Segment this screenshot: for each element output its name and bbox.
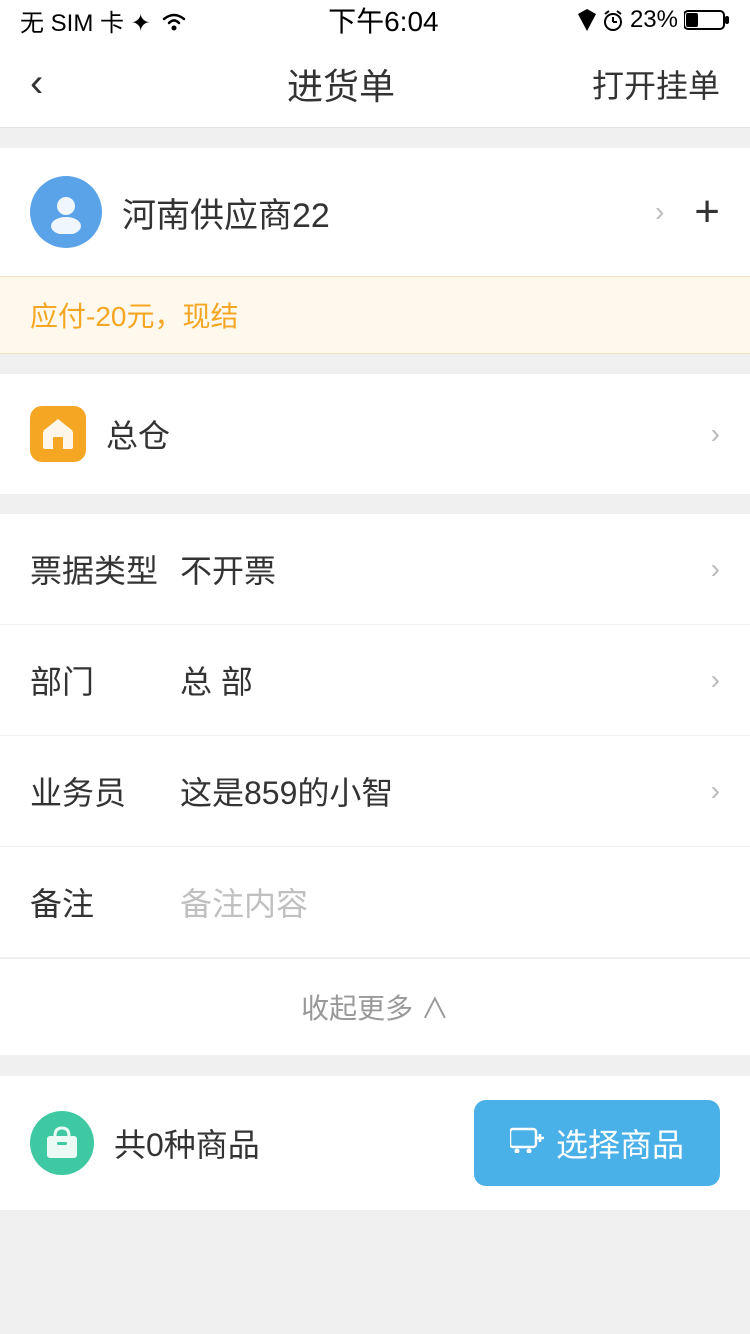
warehouse-icon-bg <box>30 406 86 462</box>
product-icon <box>43 1124 81 1162</box>
status-right: 23% <box>578 6 730 34</box>
select-product-icon <box>510 1125 544 1161</box>
supplier-row[interactable]: 河南供应商22 › + <box>0 148 750 276</box>
select-product-label: 选择商品 <box>556 1120 684 1166</box>
department-label: 部门 <box>30 657 170 703</box>
warehouse-icon <box>41 417 75 451</box>
back-button[interactable]: ‹ <box>30 61 90 106</box>
remark-input[interactable]: 备注内容 <box>170 879 720 925</box>
remark-label: 备注 <box>30 879 170 925</box>
supplier-avatar <box>30 176 102 248</box>
section-gap-1 <box>0 128 750 148</box>
cart-icon <box>510 1125 544 1153</box>
battery-percent: 23% <box>630 6 678 34</box>
product-count-text: 共0种商品 <box>114 1120 474 1166</box>
warehouse-name: 总仓 <box>106 411 695 457</box>
department-value: 总 部 <box>170 657 701 703</box>
department-row[interactable]: 部门 总 部 › <box>0 625 750 736</box>
page-container: 无 SIM 卡 ✦ 下午6:04 23% <box>0 0 750 1334</box>
salesperson-chevron-icon: › <box>711 775 720 807</box>
battery-icon <box>684 9 730 31</box>
wifi-icon <box>159 9 189 31</box>
fields-section: 票据类型 不开票 › 部门 总 部 › 业务员 这是859的小智 › 备注 备注… <box>0 514 750 958</box>
notice-bar: 应付-20元，现结 <box>0 276 750 354</box>
alarm-icon <box>602 9 624 31</box>
invoice-type-row[interactable]: 票据类型 不开票 › <box>0 514 750 625</box>
supplier-avatar-icon <box>44 190 88 234</box>
supplier-row-right: › + <box>655 190 720 234</box>
collapse-label: 收起更多 ∧ <box>301 987 449 1027</box>
nav-bar: ‹ 进货单 打开挂单 <box>0 40 750 128</box>
product-icon-bg <box>30 1111 94 1175</box>
remark-row[interactable]: 备注 备注内容 <box>0 847 750 958</box>
salesperson-label: 业务员 <box>30 768 170 814</box>
select-product-button[interactable]: 选择商品 <box>474 1100 720 1186</box>
warehouse-section: 总仓 › <box>0 374 750 494</box>
supplier-chevron-icon: › <box>655 196 664 228</box>
department-chevron-icon: › <box>711 664 720 696</box>
status-left: 无 SIM 卡 ✦ <box>20 3 189 38</box>
open-pending-button[interactable]: 打开挂单 <box>592 61 720 107</box>
warehouse-chevron-icon: › <box>711 418 720 450</box>
sim-signal: 无 SIM 卡 ✦ <box>20 3 151 38</box>
invoice-type-value: 不开票 <box>170 546 701 592</box>
supplier-section: 河南供应商22 › + 应付-20元，现结 <box>0 148 750 354</box>
page-title: 进货单 <box>287 58 395 110</box>
warehouse-row[interactable]: 总仓 › <box>0 374 750 494</box>
invoice-type-chevron-icon: › <box>711 553 720 585</box>
invoice-type-label: 票据类型 <box>30 546 170 592</box>
salesperson-row[interactable]: 业务员 这是859的小智 › <box>0 736 750 847</box>
collapse-row[interactable]: 收起更多 ∧ <box>0 958 750 1055</box>
status-time: 下午6:04 <box>328 0 439 40</box>
location-icon <box>578 9 596 31</box>
status-bar: 无 SIM 卡 ✦ 下午6:04 23% <box>0 0 750 40</box>
supplier-name: 河南供应商22 <box>122 188 655 237</box>
add-supplier-button[interactable]: + <box>694 190 720 234</box>
bottom-bar: 共0种商品 选择商品 <box>0 1075 750 1210</box>
salesperson-value: 这是859的小智 <box>170 768 701 814</box>
